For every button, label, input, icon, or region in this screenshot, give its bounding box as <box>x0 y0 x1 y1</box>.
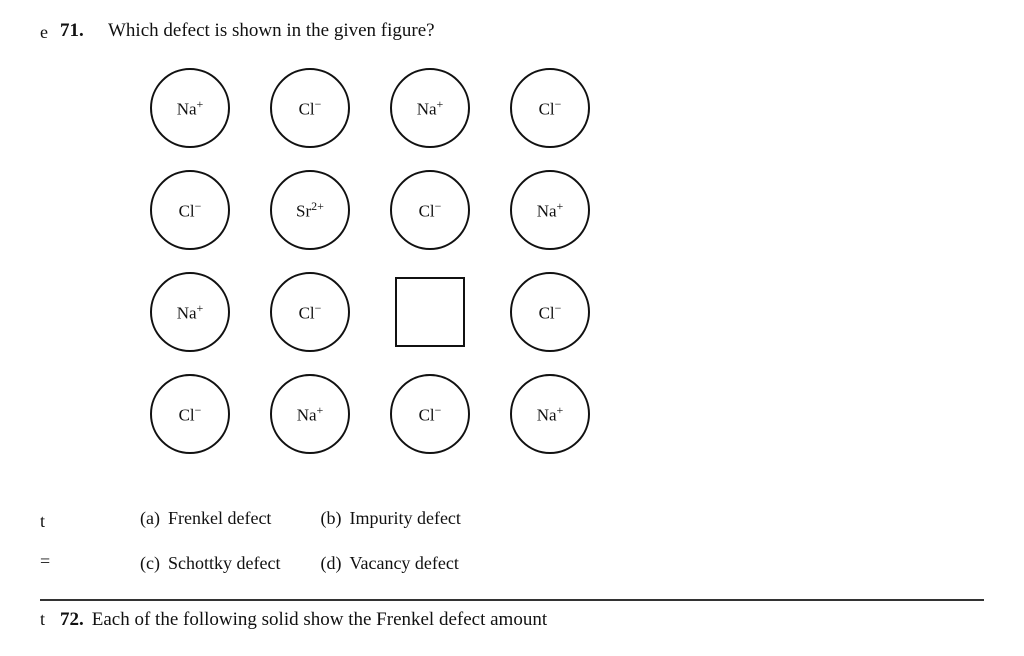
answer-d-label: (d) <box>320 553 341 574</box>
ion-Cl-minus-5: Cl− <box>270 272 350 352</box>
cell-r2c3: Cl− <box>380 165 480 255</box>
cell-r2c2: Sr2+ <box>260 165 360 255</box>
cell-r1c3: Na+ <box>380 63 480 153</box>
ion-Cl-minus-2: Cl− <box>510 68 590 148</box>
question-text: Which defect is shown in the given figur… <box>108 20 435 42</box>
vacancy-box <box>395 277 465 347</box>
answers-grid: (a) Frenkel defect (b) Impurity defect (… <box>140 501 461 581</box>
answer-d: (d) Vacancy defect <box>320 546 460 581</box>
ion-Cl-minus-1: Cl− <box>270 68 350 148</box>
side-marker-t: t <box>40 511 60 532</box>
ion-Na-plus-2: Na+ <box>390 68 470 148</box>
ion-Na-plus-5: Na+ <box>270 374 350 454</box>
answer-b-label: (b) <box>320 508 341 529</box>
cell-r1c4: Cl− <box>500 63 600 153</box>
ion-Cl-minus-3: Cl− <box>150 170 230 250</box>
side-marker-t2: t <box>40 609 60 630</box>
ion-Na-plus-3: Na+ <box>510 170 590 250</box>
answer-a-text: Frenkel defect <box>168 508 271 529</box>
side-marker-eq: = <box>40 551 60 572</box>
ion-Cl-minus-6: Cl− <box>510 272 590 352</box>
answer-b: (b) Impurity defect <box>320 501 460 536</box>
answer-c: (c) Schottky defect <box>140 546 280 581</box>
cell-r3c1: Na+ <box>140 267 240 357</box>
cell-r1c1: Na+ <box>140 63 240 153</box>
page: e 71. Which defect is shown in the given… <box>0 0 1024 651</box>
ion-grid: Na+ Cl− Na+ Cl− Cl− <box>140 63 600 459</box>
cell-r4c1: Cl− <box>140 369 240 459</box>
ion-Sr-2plus: Sr2+ <box>270 170 350 250</box>
cell-r3c4: Cl− <box>500 267 600 357</box>
next-question-text: Each of the following solid show the Fre… <box>92 609 547 631</box>
cell-r4c4: Na+ <box>500 369 600 459</box>
answer-b-text: Impurity defect <box>349 508 460 529</box>
answer-a: (a) Frenkel defect <box>140 501 280 536</box>
cell-r3c2: Cl− <box>260 267 360 357</box>
ion-Na-plus-4: Na+ <box>150 272 230 352</box>
ion-Na-plus-6: Na+ <box>510 374 590 454</box>
cell-r4c3: Cl− <box>380 369 480 459</box>
answer-a-label: (a) <box>140 508 160 529</box>
cell-r4c2: Na+ <box>260 369 360 459</box>
ion-Cl-minus-4: Cl− <box>390 170 470 250</box>
cell-r2c1: Cl− <box>140 165 240 255</box>
question-number: 71. <box>60 20 100 42</box>
answer-d-text: Vacancy defect <box>349 553 458 574</box>
cell-r1c2: Cl− <box>260 63 360 153</box>
cell-r3c3-vacancy <box>380 267 480 357</box>
next-question-number: 72. <box>60 609 84 631</box>
side-marker-e: e <box>40 20 60 43</box>
cell-r2c4: Na+ <box>500 165 600 255</box>
answer-c-text: Schottky defect <box>168 553 280 574</box>
ion-Cl-minus-8: Cl− <box>390 374 470 454</box>
answer-c-label: (c) <box>140 553 160 574</box>
ion-Na-plus-1: Na+ <box>150 68 230 148</box>
ion-Cl-minus-7: Cl− <box>150 374 230 454</box>
